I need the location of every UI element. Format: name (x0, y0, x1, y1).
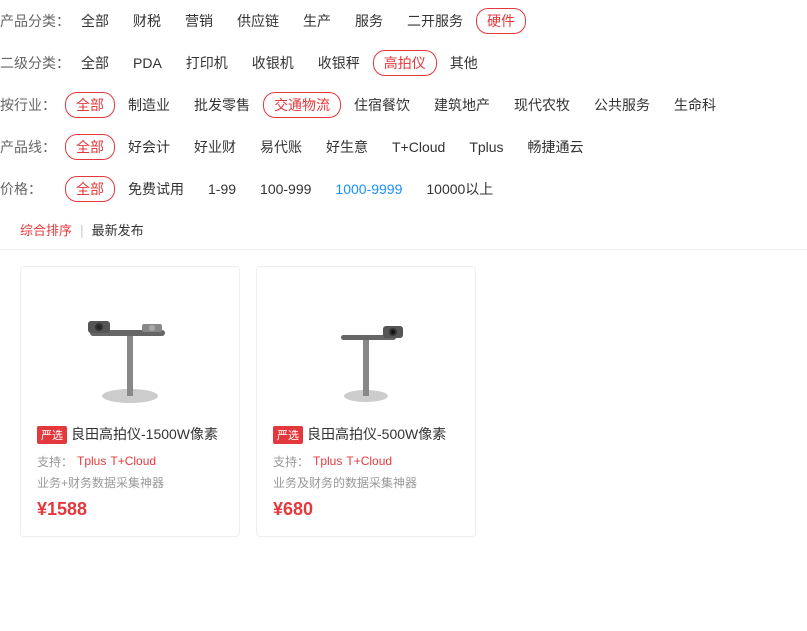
productline-items: 全部 好会计 好业财 易代账 好生意 T+Cloud Tplus 畅捷通云 (65, 134, 595, 160)
product-price-2: ¥680 (273, 499, 459, 520)
pl-item-4[interactable]: 好生意 (315, 134, 379, 160)
price-item-5[interactable]: 10000以上 (415, 176, 504, 202)
cat1-item-1[interactable]: 财税 (122, 8, 172, 34)
industry-item-3[interactable]: 交通物流 (263, 92, 341, 118)
cat2-item-6[interactable]: 其他 (439, 50, 489, 76)
industry-item-1[interactable]: 制造业 (117, 92, 181, 118)
price-row: 价格： 全部 免费试用 1-99 100-999 1000-9999 10000… (0, 168, 807, 210)
filter-section: 产品分类： 全部 财税 营销 供应链 生产 服务 二开服务 硬件 二级分类： 全… (0, 0, 807, 210)
industry-item-6[interactable]: 现代农牧 (503, 92, 581, 118)
product-name-1: 良田高拍仪-1500W像素 (71, 425, 218, 445)
industry-label: 按行业： (0, 95, 65, 115)
industry-item-8[interactable]: 生命科 (663, 92, 727, 118)
price-item-4[interactable]: 1000-9999 (324, 178, 413, 200)
industry-item-5[interactable]: 建筑地产 (423, 92, 501, 118)
product-desc-1: 业务+财务数据采集神器 (37, 474, 223, 491)
support-label-2: 支持： (273, 453, 309, 470)
industry-row: 按行业： 全部 制造业 批发零售 交通物流 住宿餐饮 建筑地产 现代农牧 公共服… (0, 84, 807, 126)
sort-latest[interactable]: 最新发布 (92, 220, 144, 239)
badge-strict-2: 严选 (273, 426, 303, 444)
cat1-item-0[interactable]: 全部 (70, 8, 120, 34)
productline-row: 产品线： 全部 好会计 好业财 易代账 好生意 T+Cloud Tplus 畅捷… (0, 126, 807, 168)
industry-item-4[interactable]: 住宿餐饮 (343, 92, 421, 118)
cat2-item-2[interactable]: 打印机 (175, 50, 239, 76)
tag-tcloud-2: T+Cloud (346, 454, 392, 468)
cat1-item-3[interactable]: 供应链 (226, 8, 290, 34)
product-name-2: 良田高拍仪-500W像素 (307, 425, 446, 445)
product-desc-2: 业务及财务的数据采集神器 (273, 474, 459, 491)
cat2-item-4[interactable]: 收银秤 (307, 50, 371, 76)
cat1-item-7[interactable]: 硬件 (476, 8, 526, 34)
cat1-item-2[interactable]: 营销 (174, 8, 224, 34)
product-card-1[interactable]: 严选 良田高拍仪-1500W像素 支持： Tplus T+Cloud 业务+财务… (20, 266, 240, 537)
tag-tplus-2: Tplus (313, 454, 342, 468)
industry-item-0[interactable]: 全部 (65, 92, 115, 118)
industry-item-2[interactable]: 批发零售 (183, 92, 261, 118)
category2-label: 二级分类： (0, 53, 70, 73)
pl-item-3[interactable]: 易代账 (249, 134, 313, 160)
category1-label: 产品分类： (0, 11, 70, 31)
category1-row: 产品分类： 全部 财税 营销 供应链 生产 服务 二开服务 硬件 (0, 0, 807, 42)
category2-items: 全部 PDA 打印机 收银机 收银秤 高拍仪 其他 (70, 50, 489, 76)
product-image-1 (37, 283, 223, 413)
cat2-item-5[interactable]: 高拍仪 (373, 50, 437, 76)
productline-label: 产品线： (0, 137, 65, 157)
support-label-1: 支持： (37, 453, 73, 470)
product-title-row-1: 严选 良田高拍仪-1500W像素 (37, 425, 223, 445)
industry-item-7[interactable]: 公共服务 (583, 92, 661, 118)
category1-items: 全部 财税 营销 供应链 生产 服务 二开服务 硬件 (70, 8, 526, 34)
price-items: 全部 免费试用 1-99 100-999 1000-9999 10000以上 (65, 176, 504, 202)
support-row-2: 支持： Tplus T+Cloud (273, 453, 459, 470)
cat2-item-0[interactable]: 全部 (70, 50, 120, 76)
tag-tcloud-1: T+Cloud (110, 454, 156, 468)
sort-comprehensive[interactable]: 综合排序 (20, 220, 72, 239)
price-item-1[interactable]: 免费试用 (117, 176, 195, 202)
product-price-1: ¥1588 (37, 499, 223, 520)
category2-row: 二级分类： 全部 PDA 打印机 收银机 收银秤 高拍仪 其他 (0, 42, 807, 84)
product-image-2 (273, 283, 459, 413)
sort-bar: 综合排序 | 最新发布 (0, 210, 807, 250)
tag-tplus-1: Tplus (77, 454, 106, 468)
pl-item-1[interactable]: 好会计 (117, 134, 181, 160)
price-item-2[interactable]: 1-99 (197, 178, 247, 200)
pl-item-6[interactable]: Tplus (458, 136, 514, 158)
price-item-0[interactable]: 全部 (65, 176, 115, 202)
pl-item-0[interactable]: 全部 (65, 134, 115, 160)
pl-item-5[interactable]: T+Cloud (381, 136, 456, 158)
product-grid: 严选 良田高拍仪-1500W像素 支持： Tplus T+Cloud 业务+财务… (0, 250, 807, 553)
cat2-item-1[interactable]: PDA (122, 52, 173, 74)
cat2-item-3[interactable]: 收银机 (241, 50, 305, 76)
cat1-item-5[interactable]: 服务 (344, 8, 394, 34)
product-card-2[interactable]: 严选 良田高拍仪-500W像素 支持： Tplus T+Cloud 业务及财务的… (256, 266, 476, 537)
cat1-item-6[interactable]: 二开服务 (396, 8, 474, 34)
badge-strict-1: 严选 (37, 426, 67, 444)
sort-divider: | (80, 222, 84, 238)
support-row-1: 支持： Tplus T+Cloud (37, 453, 223, 470)
product-title-row-2: 严选 良田高拍仪-500W像素 (273, 425, 459, 445)
price-item-3[interactable]: 100-999 (249, 178, 322, 200)
pl-item-2[interactable]: 好业财 (183, 134, 247, 160)
pl-item-7[interactable]: 畅捷通云 (517, 134, 595, 160)
industry-items: 全部 制造业 批发零售 交通物流 住宿餐饮 建筑地产 现代农牧 公共服务 生命科 (65, 92, 727, 118)
cat1-item-4[interactable]: 生产 (292, 8, 342, 34)
price-label: 价格： (0, 179, 65, 199)
